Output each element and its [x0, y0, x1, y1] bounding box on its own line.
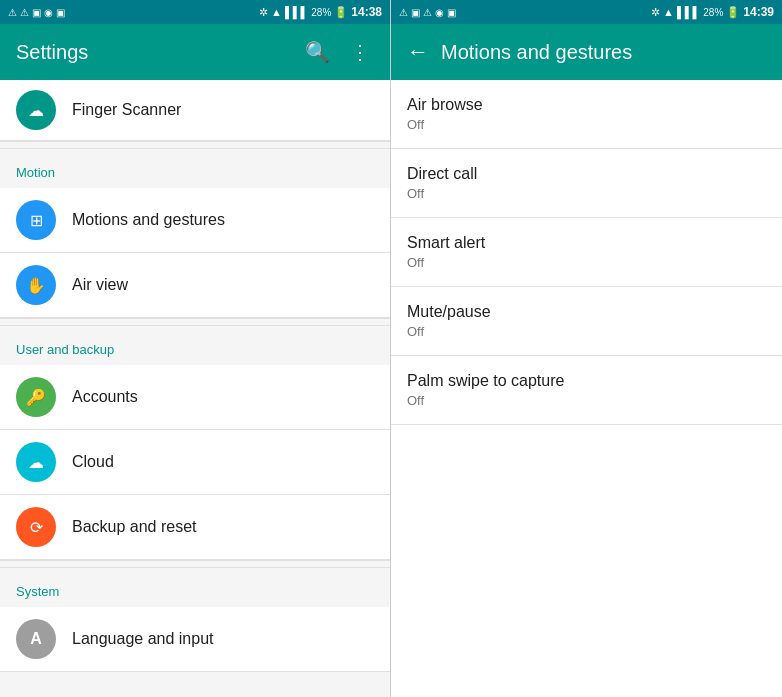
- smart-alert-item[interactable]: Smart alert Off: [391, 218, 782, 287]
- wifi-icon-r: ▲: [663, 6, 674, 18]
- accounts-glyph: 🔑: [26, 388, 46, 407]
- language-text: Language and input: [72, 630, 374, 648]
- motions-text: Motions and gestures: [72, 211, 374, 229]
- motions-label: Motions and gestures: [72, 211, 374, 229]
- language-glyph: A: [30, 630, 42, 648]
- nfc-icon-r: ◉: [435, 7, 444, 18]
- finger-scanner-icon: ☁: [16, 90, 56, 130]
- language-label: Language and input: [72, 630, 374, 648]
- air-browse-title: Air browse: [407, 96, 766, 114]
- warning-icon-2: ⚠: [20, 7, 29, 18]
- finger-scanner-text: Finger Scanner: [72, 101, 374, 119]
- battery-icon: 🔋: [334, 6, 348, 19]
- status-bar-left: ⚠ ⚠ ▣ ◉ ▣ ✲ ▲ ▌▌▌ 28% 🔋 14:38: [0, 0, 390, 24]
- motions-glyph: ⊞: [30, 211, 43, 230]
- radio-icon: ◉: [44, 7, 53, 18]
- cloud-glyph: ☁: [28, 453, 44, 472]
- system-section-header: System: [0, 568, 390, 607]
- status-right-icons-right: ✲ ▲ ▌▌▌ 28% 🔋 14:39: [651, 5, 774, 19]
- air-view-label: Air view: [72, 276, 374, 294]
- right-toolbar: ← Motions and gestures: [391, 24, 782, 80]
- battery-level-r: 28%: [703, 7, 723, 18]
- backup-icon: ⟳: [16, 507, 56, 547]
- air-view-icon: ✋: [16, 265, 56, 305]
- warning-icon-r1: ⚠: [399, 7, 408, 18]
- search-button[interactable]: 🔍: [301, 36, 334, 68]
- monitor-icon: ▣: [32, 7, 41, 18]
- signal-icon-r: ▌▌▌: [677, 6, 700, 18]
- wifi-icon: ▲: [271, 6, 282, 18]
- section-divider-system: [0, 560, 390, 568]
- radio-icon-r: ⚠: [423, 7, 432, 18]
- finger-scanner-item[interactable]: ☁ Finger Scanner: [0, 80, 390, 141]
- cloud-label: Cloud: [72, 453, 374, 471]
- mute-pause-status: Off: [407, 324, 766, 339]
- status-icons-right: ⚠ ▣ ⚠ ◉ ▣: [399, 7, 456, 18]
- direct-call-item[interactable]: Direct call Off: [391, 149, 782, 218]
- warning-icon-1: ⚠: [8, 7, 17, 18]
- monitor-icon-r: ▣: [411, 7, 420, 18]
- language-icon: A: [16, 619, 56, 659]
- finger-scanner-label: Finger Scanner: [72, 101, 374, 119]
- status-icons-left: ⚠ ⚠ ▣ ◉ ▣: [8, 7, 65, 18]
- motions-list: Air browse Off Direct call Off Smart ale…: [391, 80, 782, 697]
- air-view-glyph: ✋: [26, 276, 46, 295]
- nfc-icon-r2: ▣: [447, 7, 456, 18]
- time-left: 14:38: [351, 5, 382, 19]
- bluetooth-icon-r: ✲: [651, 6, 660, 19]
- status-bar-right: ⚠ ▣ ⚠ ◉ ▣ ✲ ▲ ▌▌▌ 28% 🔋 14:39: [391, 0, 782, 24]
- nfc-icon: ▣: [56, 7, 65, 18]
- palm-swipe-title: Palm swipe to capture: [407, 372, 766, 390]
- more-menu-button[interactable]: ⋮: [346, 36, 374, 68]
- air-view-item[interactable]: ✋ Air view: [0, 253, 390, 318]
- accounts-item[interactable]: 🔑 Accounts: [0, 365, 390, 430]
- battery-icon-r: 🔋: [726, 6, 740, 19]
- settings-list: ☁ Finger Scanner Motion ⊞ Motions and ge…: [0, 80, 390, 697]
- backup-text: Backup and reset: [72, 518, 374, 536]
- smart-alert-status: Off: [407, 255, 766, 270]
- language-input-item[interactable]: A Language and input: [0, 607, 390, 672]
- air-browse-status: Off: [407, 117, 766, 132]
- palm-swipe-item[interactable]: Palm swipe to capture Off: [391, 356, 782, 425]
- motion-section-header: Motion: [0, 149, 390, 188]
- cloud-item[interactable]: ☁ Cloud: [0, 430, 390, 495]
- accounts-text: Accounts: [72, 388, 374, 406]
- time-right: 14:39: [743, 5, 774, 19]
- back-button[interactable]: ←: [407, 39, 429, 65]
- motions-gestures-title: Motions and gestures: [441, 41, 766, 64]
- right-panel: ⚠ ▣ ⚠ ◉ ▣ ✲ ▲ ▌▌▌ 28% 🔋 14:39 ← Motions …: [391, 0, 782, 697]
- user-section-header: User and backup: [0, 326, 390, 365]
- mute-pause-title: Mute/pause: [407, 303, 766, 321]
- battery-level: 28%: [311, 7, 331, 18]
- accounts-label: Accounts: [72, 388, 374, 406]
- mute-pause-item[interactable]: Mute/pause Off: [391, 287, 782, 356]
- status-right-icons-left: ✲ ▲ ▌▌▌ 28% 🔋 14:38: [259, 5, 382, 19]
- air-view-text: Air view: [72, 276, 374, 294]
- settings-title: Settings: [16, 41, 289, 64]
- palm-swipe-status: Off: [407, 393, 766, 408]
- direct-call-status: Off: [407, 186, 766, 201]
- backup-label: Backup and reset: [72, 518, 374, 536]
- left-panel: ⚠ ⚠ ▣ ◉ ▣ ✲ ▲ ▌▌▌ 28% 🔋 14:38 Settings 🔍…: [0, 0, 391, 697]
- bluetooth-icon: ✲: [259, 6, 268, 19]
- accounts-icon: 🔑: [16, 377, 56, 417]
- air-browse-item[interactable]: Air browse Off: [391, 80, 782, 149]
- smart-alert-title: Smart alert: [407, 234, 766, 252]
- motions-gestures-item[interactable]: ⊞ Motions and gestures: [0, 188, 390, 253]
- motions-icon: ⊞: [16, 200, 56, 240]
- cloud-icon: ☁: [16, 442, 56, 482]
- cloud-text: Cloud: [72, 453, 374, 471]
- section-divider-motion: [0, 141, 390, 149]
- left-toolbar: Settings 🔍 ⋮: [0, 24, 390, 80]
- section-divider-user: [0, 318, 390, 326]
- backup-glyph: ⟳: [30, 518, 43, 537]
- direct-call-title: Direct call: [407, 165, 766, 183]
- backup-reset-item[interactable]: ⟳ Backup and reset: [0, 495, 390, 560]
- signal-icon: ▌▌▌: [285, 6, 308, 18]
- finger-icon-glyph: ☁: [28, 101, 44, 120]
